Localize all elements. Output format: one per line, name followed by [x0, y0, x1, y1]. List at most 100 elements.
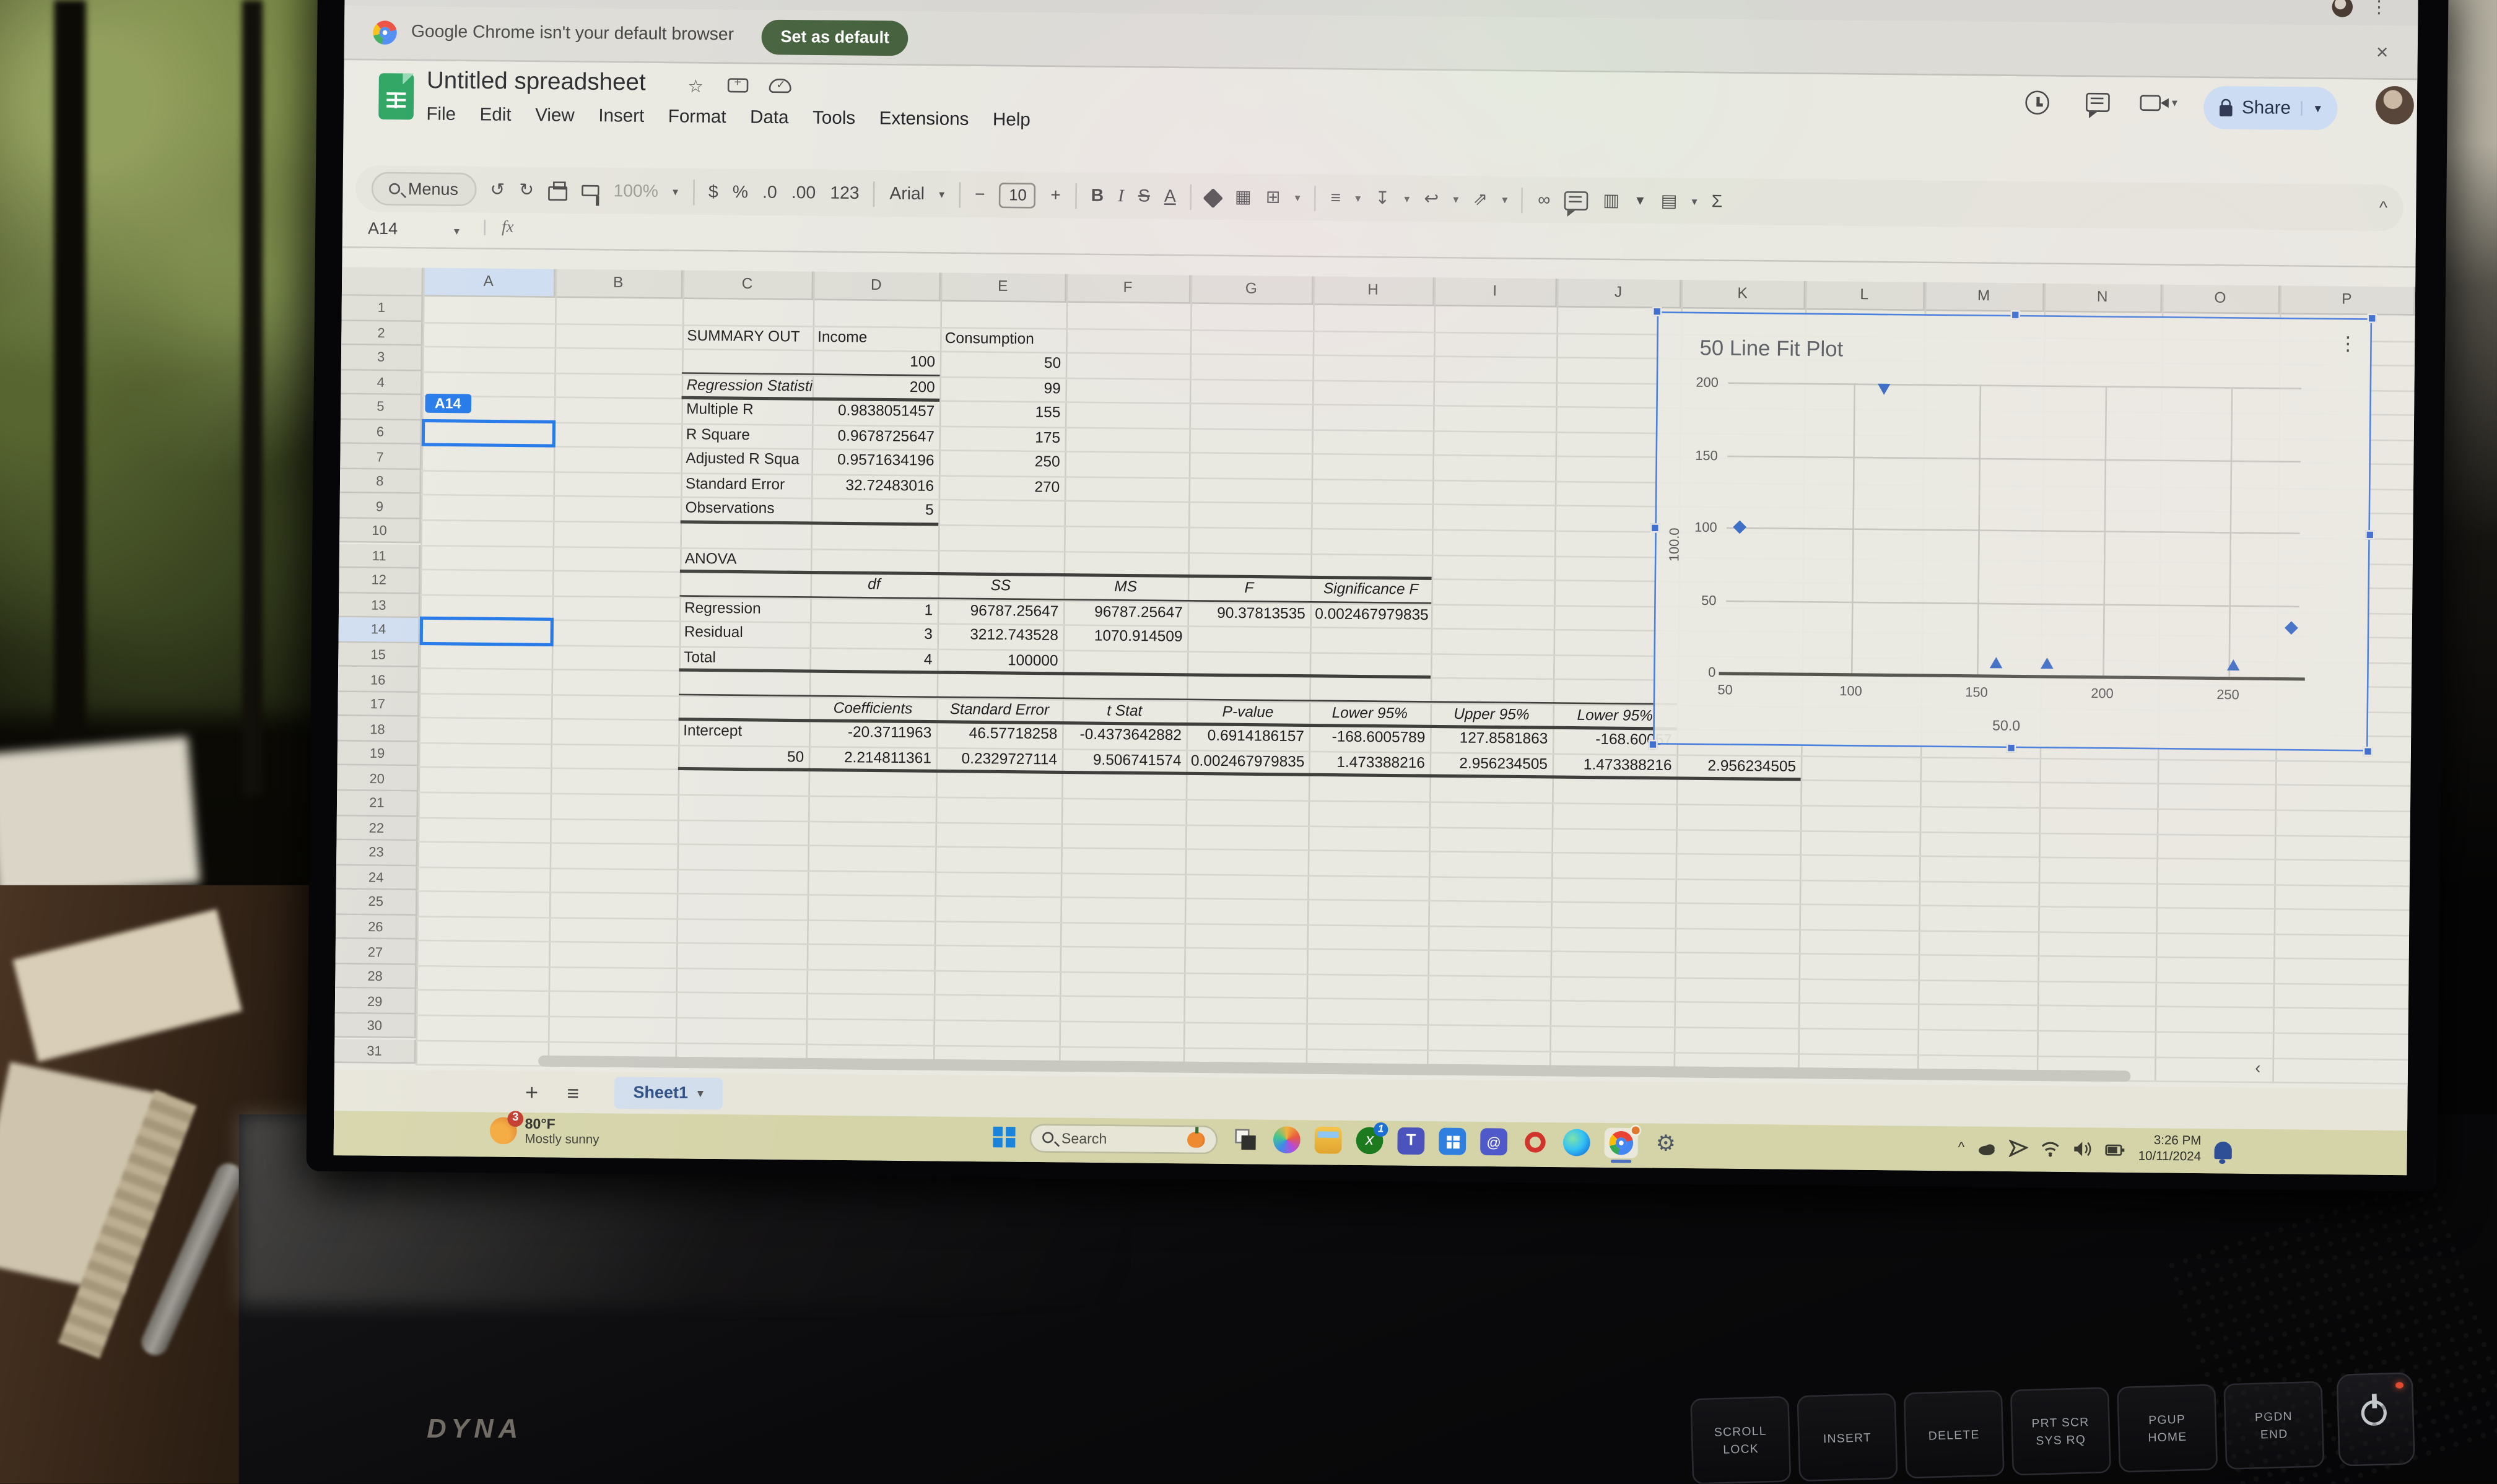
- taskbar-icon-edge[interactable]: [1562, 1129, 1590, 1156]
- column-header-F[interactable]: F: [1066, 274, 1191, 304]
- cell-G13[interactable]: 90.37813535: [1187, 601, 1310, 627]
- currency-format-button[interactable]: $: [708, 182, 718, 201]
- column-header-C[interactable]: C: [682, 270, 814, 300]
- insert-comment-button[interactable]: [1564, 190, 1589, 210]
- cell-D3[interactable]: 100: [813, 350, 940, 376]
- cell-H17[interactable]: Lower 95%: [1309, 701, 1431, 727]
- collapse-panel-icon[interactable]: ‹: [2255, 1059, 2261, 1078]
- percent-format-button[interactable]: %: [733, 183, 748, 202]
- cell-D4[interactable]: 200: [812, 375, 939, 401]
- cell-E2[interactable]: Consumption: [940, 326, 1066, 352]
- row-header-15[interactable]: 15: [338, 642, 420, 668]
- infobar-close-icon[interactable]: ×: [2376, 40, 2389, 64]
- tray-icon-quick-share[interactable]: [2009, 1139, 2029, 1156]
- weather-widget[interactable]: 3 80°F Mostly sunny: [489, 1111, 599, 1147]
- column-header-M[interactable]: M: [1924, 282, 2045, 313]
- row-header-20[interactable]: 20: [337, 766, 419, 792]
- sheet-tab-dropdown-icon[interactable]: ▾: [697, 1087, 703, 1100]
- key-prtscr-sysrq[interactable]: PRT SCR SYS RQ: [2010, 1387, 2112, 1476]
- halign-dropdown-icon[interactable]: ▾: [1355, 191, 1361, 204]
- taskbar-icon-teams[interactable]: T: [1397, 1127, 1425, 1155]
- row-header-21[interactable]: 21: [336, 791, 419, 817]
- key-delete[interactable]: DELETE: [1903, 1390, 2005, 1479]
- star-icon[interactable]: ☆: [687, 76, 704, 97]
- cell-I17[interactable]: Upper 95%: [1430, 702, 1553, 728]
- share-dropdown-icon[interactable]: ▾: [2300, 101, 2321, 116]
- tray-icon-wifi[interactable]: [2041, 1139, 2060, 1157]
- cell-D17[interactable]: Coefficients: [809, 696, 936, 722]
- taskbar-icon-file-explorer[interactable]: [1314, 1126, 1342, 1154]
- italic-button[interactable]: I: [1118, 186, 1124, 206]
- cell-G12[interactable]: F: [1188, 576, 1310, 602]
- cell-D2[interactable]: Income: [813, 325, 940, 351]
- text-color-button[interactable]: A: [1164, 186, 1176, 206]
- row-header-10[interactable]: 10: [339, 518, 421, 544]
- row-header-22[interactable]: 22: [336, 815, 418, 841]
- paint-format-button[interactable]: [582, 184, 599, 197]
- tray-icon-battery[interactable]: [2105, 1140, 2126, 1158]
- row-header-31[interactable]: 31: [334, 1038, 416, 1064]
- font-size-field[interactable]: 10: [999, 181, 1037, 208]
- row-header-30[interactable]: 30: [334, 1013, 416, 1039]
- cell-D5[interactable]: 0.9838051457: [812, 399, 939, 425]
- cell-E3[interactable]: 50: [940, 351, 1066, 377]
- borders-button[interactable]: ▦: [1235, 186, 1252, 207]
- chart-selection-handle[interactable]: [1648, 739, 1658, 750]
- row-header-5[interactable]: 5: [340, 394, 422, 420]
- number-format-button[interactable]: 123: [830, 183, 860, 202]
- row-header-12[interactable]: 12: [339, 568, 421, 594]
- row-header-26[interactable]: 26: [335, 914, 417, 940]
- column-header-G[interactable]: G: [1190, 275, 1314, 305]
- menu-edit[interactable]: Edit: [479, 106, 511, 125]
- chevron-down-icon[interactable]: ▾: [2172, 97, 2177, 110]
- row-header-4[interactable]: 4: [341, 370, 422, 396]
- row-header-11[interactable]: 11: [339, 543, 421, 569]
- chart-selection-handle[interactable]: [2365, 530, 2375, 540]
- key-pgup-home[interactable]: PGUP HOME: [2116, 1384, 2218, 1473]
- cell-D7[interactable]: 0.9571634196: [811, 449, 939, 475]
- row-header-27[interactable]: 27: [335, 939, 417, 965]
- bold-button[interactable]: B: [1091, 186, 1104, 205]
- cell-H12[interactable]: Significance F: [1310, 578, 1432, 604]
- print-button[interactable]: [547, 186, 568, 201]
- cell-F17[interactable]: t Stat: [1062, 699, 1187, 725]
- key-scroll-lock[interactable]: SCROLL LOCK: [1690, 1395, 1792, 1484]
- cell-E19[interactable]: 0.2329727114: [936, 747, 1062, 773]
- tray-icon-onedrive[interactable]: [1977, 1139, 1997, 1156]
- column-header-B[interactable]: B: [555, 269, 683, 299]
- sheets-logo-icon[interactable]: [378, 73, 414, 120]
- chart-selection-handle[interactable]: [2367, 313, 2377, 324]
- video-call-icon[interactable]: [2140, 95, 2161, 111]
- redo-button[interactable]: ↻: [519, 180, 534, 201]
- cell-E13[interactable]: 96787.25647: [938, 599, 1064, 625]
- menus-search-button[interactable]: Menus: [371, 171, 476, 207]
- cell-K19[interactable]: 2.956234505: [1676, 754, 1801, 780]
- font-select[interactable]: Arial: [889, 184, 925, 203]
- cell-G17[interactable]: P-value: [1187, 700, 1309, 726]
- key-insert[interactable]: INSERT: [1797, 1392, 1898, 1482]
- cell-E5[interactable]: 155: [939, 401, 1066, 427]
- row-header-8[interactable]: 8: [339, 469, 422, 495]
- grid-corner[interactable]: [341, 267, 424, 297]
- user-avatar[interactable]: [2375, 85, 2415, 125]
- chart-menu-icon[interactable]: ⋮: [2338, 332, 2358, 355]
- taskbar-icon-xbox[interactable]: x1: [1356, 1122, 1388, 1155]
- browser-profile-avatar[interactable]: [2332, 0, 2353, 17]
- taskbar-icon-copilot[interactable]: [1273, 1126, 1301, 1154]
- text-wrap-button[interactable]: ↩: [1424, 188, 1439, 209]
- wrap-dropdown-icon[interactable]: ▾: [1453, 193, 1458, 206]
- filter-views-button[interactable]: ▤: [1661, 191, 1678, 211]
- increase-font-button[interactable]: +: [1050, 186, 1061, 205]
- tab-sheet1[interactable]: Sheet1 ▾: [614, 1077, 723, 1110]
- taskbar-icon-task-view[interactable]: [1232, 1126, 1259, 1153]
- cell-D14[interactable]: 3: [810, 622, 938, 648]
- chart-selection-handle[interactable]: [2010, 310, 2020, 320]
- version-history-icon[interactable]: [2025, 90, 2050, 115]
- cell-D6[interactable]: 0.9678725647: [812, 424, 939, 450]
- cell-F18[interactable]: -0.4373642882: [1062, 724, 1187, 750]
- cell-D9[interactable]: 5: [811, 498, 939, 524]
- vertical-align-button[interactable]: ↧: [1375, 188, 1390, 209]
- cell-E8[interactable]: 270: [939, 475, 1065, 501]
- search-box[interactable]: Search: [1029, 1122, 1218, 1154]
- menu-format[interactable]: Format: [668, 108, 726, 128]
